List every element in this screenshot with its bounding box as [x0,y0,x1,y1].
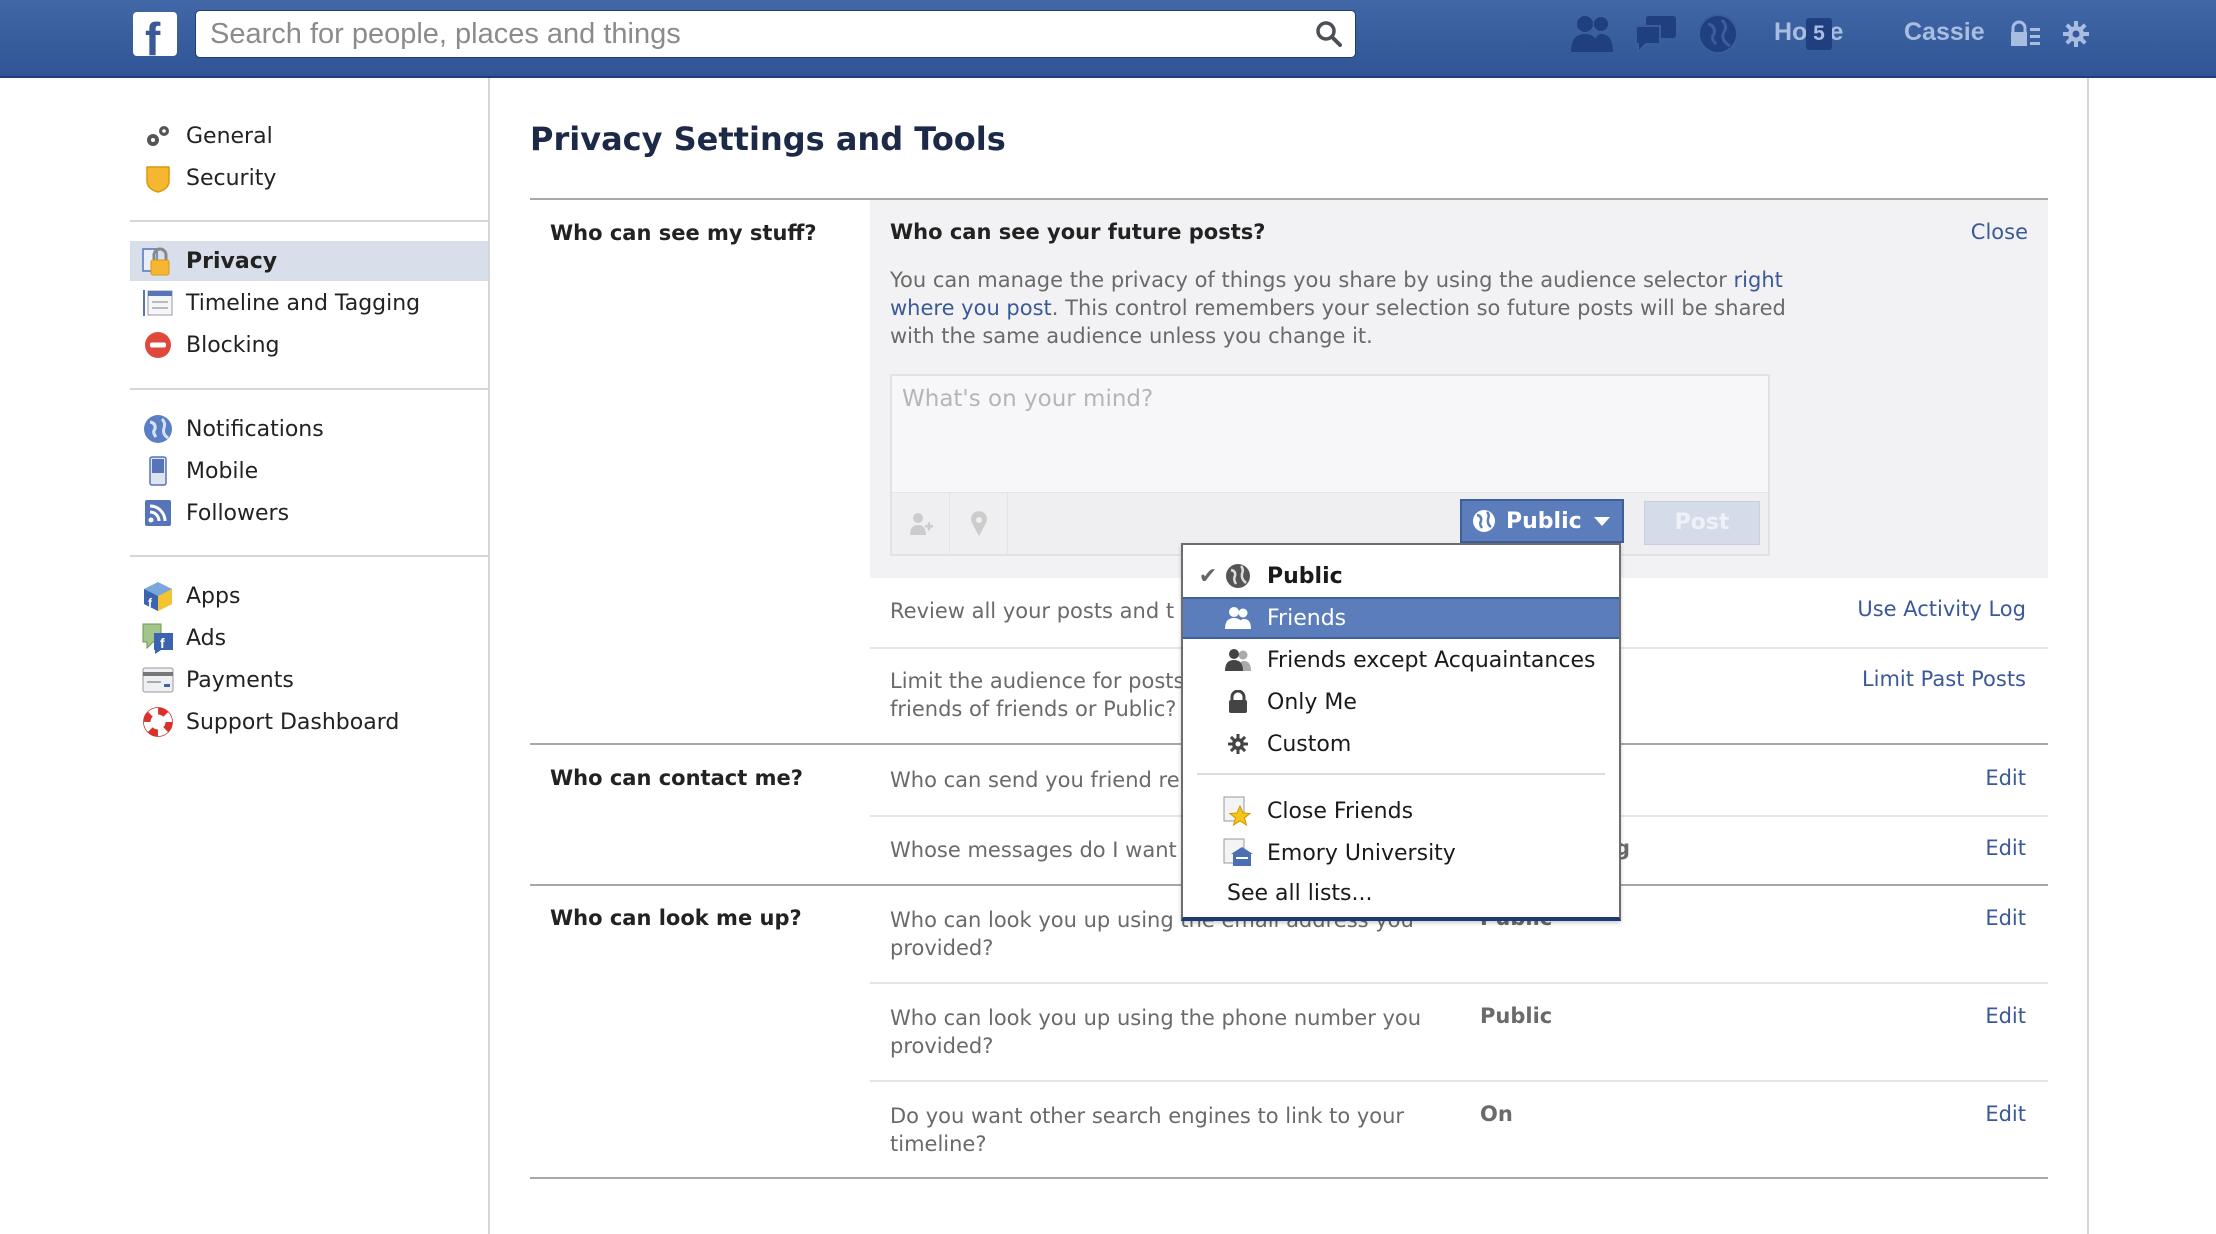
search-icon[interactable] [1315,20,1343,48]
gears-icon [142,120,174,152]
messages-icon[interactable] [1632,12,1680,56]
notifications-globe-icon[interactable] [1696,12,1740,56]
audience-option-custom[interactable]: Custom [1183,723,1619,765]
audience-list-close-friends[interactable]: Close Friends [1183,790,1619,832]
edit-email-lookup-link[interactable]: Edit [1985,906,2026,930]
future-posts-panel: Who can see your future posts? Close You… [870,200,2048,578]
close-link[interactable]: Close [1971,220,2028,244]
sidebar-item-blocking[interactable]: Blocking [130,325,488,365]
rss-icon [142,497,174,529]
ads-icon: f [142,622,174,654]
audience-option-friends-except-acquaintances[interactable]: Friends except Acquaintances [1183,639,1619,681]
phone-lookup-value: Public [1480,1004,1553,1028]
lock-menu-icon[interactable] [2010,20,2042,48]
audience-selector-button[interactable]: Public [1460,499,1624,543]
panel-description: You can manage the privacy of things you… [890,268,1786,348]
sidebar-separator [130,388,488,390]
sidebar-item-privacy[interactable]: Privacy [130,241,488,281]
page-title: Privacy Settings and Tools [530,120,1006,158]
top-navigation-bar: f Home 5 Cassie [0,0,2216,78]
sidebar-item-general[interactable]: General [130,116,488,156]
timeline-icon [142,287,174,319]
search-engines-value: On [1480,1102,1513,1126]
add-friend-icon [909,513,933,535]
sidebar-divider [488,78,490,1234]
audience-option-only-me[interactable]: Only Me [1183,681,1619,723]
sidebar-item-followers[interactable]: Followers [130,493,488,533]
svg-text:f: f [160,635,165,651]
school-list-icon [1223,838,1253,868]
message-filtering-text: Whose messages do I want [890,838,1177,862]
globe-icon [142,413,174,445]
friend-requests-setting-text: Who can send you friend re [890,768,1180,792]
search-input[interactable] [210,11,1290,57]
panel-title: Who can see your future posts? [890,220,1266,244]
friend-requests-icon[interactable] [1568,12,1616,56]
tag-friends-button[interactable] [892,493,950,555]
credit-card-icon [142,664,174,696]
edit-message-filtering-link[interactable]: Edit [1985,836,2026,860]
sidebar-item-timeline-and-tagging[interactable]: Timeline and Tagging [130,283,488,323]
sidebar-item-payments[interactable]: Payments [130,660,488,700]
star-list-icon [1223,796,1253,826]
phone-lookup-text: Who can look you up using the phone numb… [890,1006,1422,1058]
gear-icon [1223,729,1253,759]
facebook-logo[interactable]: f [133,12,177,56]
lock-icon [1223,687,1253,717]
audience-option-friends[interactable]: Friends [1183,597,1619,639]
gear-icon[interactable] [2062,20,2090,48]
page-right-border [2087,78,2089,1234]
status-input[interactable] [892,376,1768,492]
sidebar-item-security[interactable]: Security [130,158,488,198]
limit-audience-text: Limit the audience for posts friends of f… [890,669,1185,721]
section-label-see-my-stuff: Who can see my stuff? [550,221,817,245]
add-location-button[interactable] [950,493,1008,555]
sidebar-item-apps[interactable]: f Apps [130,576,488,616]
globe-icon [1473,510,1495,532]
edit-friend-requests-link[interactable]: Edit [1985,766,2026,790]
section-label-contact-me: Who can contact me? [550,766,803,790]
see-all-lists-link[interactable]: See all lists... [1183,872,1619,914]
section-rule [530,1177,2048,1179]
status-composer: Public Post [890,374,1770,556]
search-engines-text: Do you want other search engines to link… [890,1104,1405,1156]
apps-cube-icon: f [142,580,174,612]
sidebar-separator [130,220,488,222]
audience-dropdown-menu: ✔ Public Friends Friends except Acquaint… [1181,543,1621,921]
limit-past-posts-link[interactable]: Limit Past Posts [1862,667,2026,691]
row-divider [870,1080,2048,1082]
shield-icon [142,162,174,194]
dropdown-separator [1197,773,1605,775]
sidebar-item-support-dashboard[interactable]: Support Dashboard [130,702,488,742]
friends-icon [1223,603,1253,633]
audience-list-emory-university[interactable]: Emory University [1183,832,1619,874]
row-divider [870,982,2048,984]
lifebuoy-icon [142,706,174,738]
sidebar-separator [130,555,488,557]
home-count-badge: 5 [1806,18,1832,50]
sidebar-item-mobile[interactable]: Mobile [130,451,488,491]
use-activity-log-link[interactable]: Use Activity Log [1857,597,2026,621]
lock-icon [142,245,174,277]
edit-phone-lookup-link[interactable]: Edit [1985,1004,2026,1028]
sidebar-item-ads[interactable]: f Ads [130,618,488,658]
post-button[interactable]: Post [1644,501,1760,545]
section-label-look-me-up: Who can look me up? [550,906,802,930]
blocking-icon [142,329,174,361]
globe-icon [1223,561,1253,591]
sidebar-item-label: General [186,123,273,149]
location-pin-icon [970,511,987,536]
audience-option-public[interactable]: ✔ Public [1183,555,1619,597]
mobile-icon [142,455,174,487]
sidebar-item-notifications[interactable]: Notifications [130,409,488,449]
profile-link[interactable]: Cassie [1904,18,1985,47]
checkmark-icon: ✔ [1198,563,1218,589]
search-box[interactable] [195,10,1356,58]
edit-search-engines-link[interactable]: Edit [1985,1102,2026,1126]
friends-except-icon [1223,645,1253,675]
review-posts-text: Review all your posts and t [890,599,1175,623]
chevron-down-icon [1593,516,1610,526]
